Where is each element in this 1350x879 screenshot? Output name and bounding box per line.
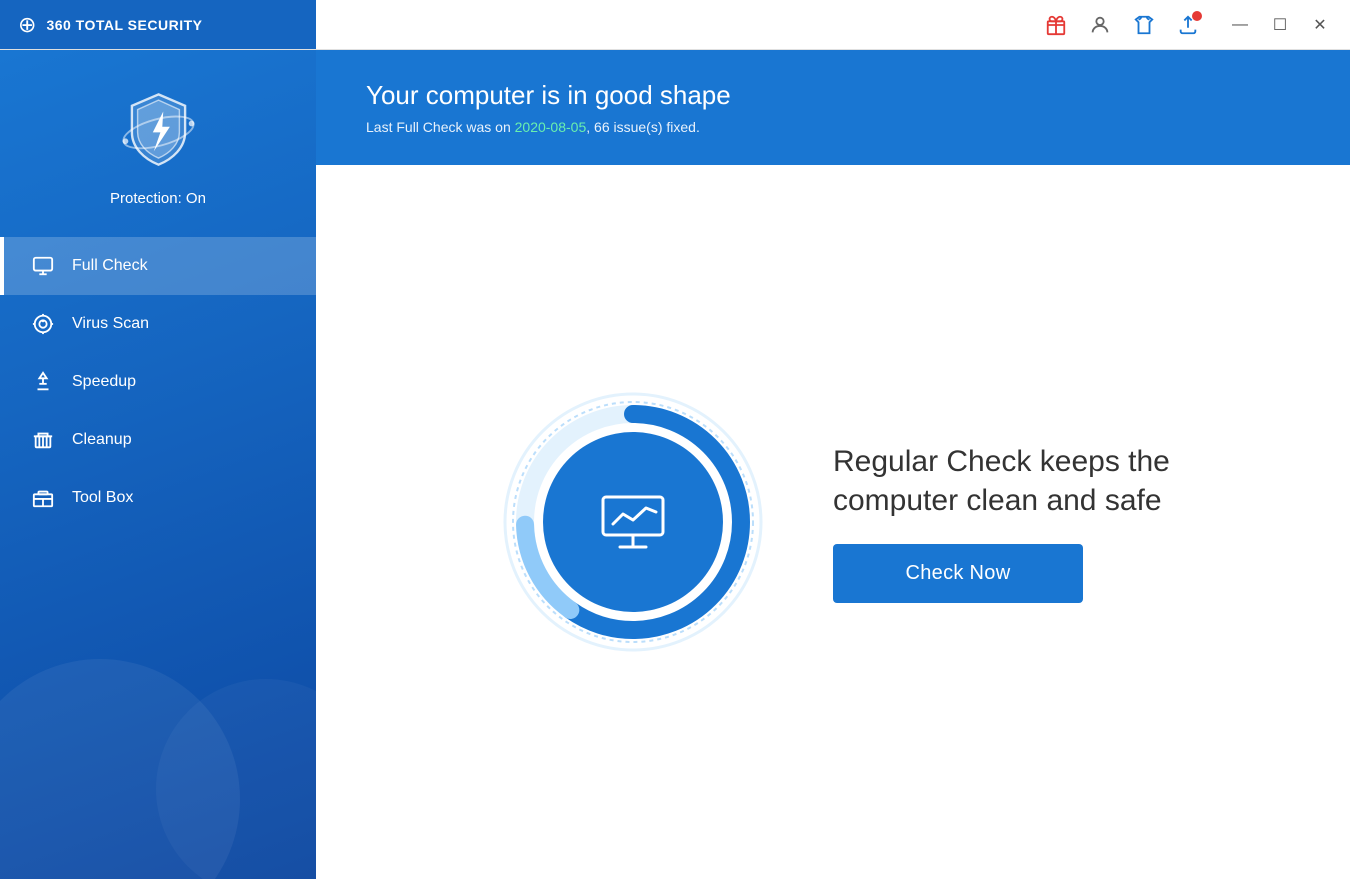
window-controls: — ☐ ✕ <box>1222 7 1338 43</box>
titlebar-brand: ⊕ 360 TOTAL SECURITY <box>0 0 316 49</box>
close-button[interactable]: ✕ <box>1302 7 1338 43</box>
shield-container: Protection: On <box>108 80 208 207</box>
sidebar-item-virus-scan[interactable]: Virus Scan <box>0 295 316 353</box>
action-section: Regular Check keeps the computer clean a… <box>833 442 1173 603</box>
action-title: Regular Check keeps the computer clean a… <box>833 442 1173 520</box>
status-banner: Your computer is in good shape Last Full… <box>316 50 1350 165</box>
sidebar-item-label: Speedup <box>72 373 136 391</box>
toolbox-icon <box>30 485 56 511</box>
logo-icon: ⊕ <box>18 12 36 38</box>
status-post-text: , 66 issue(s) fixed. <box>586 119 700 135</box>
sidebar-item-cleanup[interactable]: Cleanup <box>0 411 316 469</box>
sidebar: Protection: On Full Check <box>0 50 316 879</box>
speedup-icon <box>30 369 56 395</box>
status-subtitle: Last Full Check was on 2020-08-05, 66 is… <box>366 119 1300 135</box>
full-check-icon <box>30 253 56 279</box>
sidebar-item-label: Tool Box <box>72 489 133 507</box>
sidebar-item-label: Cleanup <box>72 431 132 449</box>
chart-center <box>543 432 723 612</box>
sidebar-item-speedup[interactable]: Speedup <box>0 353 316 411</box>
maximize-button[interactable]: ☐ <box>1262 7 1298 43</box>
main-layout: Protection: On Full Check <box>0 50 1350 879</box>
status-title: Your computer is in good shape <box>366 80 1300 111</box>
sidebar-item-full-check[interactable]: Full Check <box>0 237 316 295</box>
main-content: Regular Check keeps the computer clean a… <box>316 165 1350 879</box>
update-badge <box>1192 11 1202 21</box>
check-now-button[interactable]: Check Now <box>833 544 1083 603</box>
content-area: Your computer is in good shape Last Full… <box>316 50 1350 879</box>
sidebar-item-label: Full Check <box>72 257 148 275</box>
account-button[interactable] <box>1082 7 1118 43</box>
update-button[interactable] <box>1170 7 1206 43</box>
cleanup-icon <box>30 427 56 453</box>
sidebar-item-label: Virus Scan <box>72 315 149 333</box>
status-date: 2020-08-05 <box>515 119 587 135</box>
shield-icon <box>108 80 208 180</box>
skin-button[interactable] <box>1126 7 1162 43</box>
gift-button[interactable] <box>1038 7 1074 43</box>
titlebar: ⊕ 360 TOTAL SECURITY <box>0 0 1350 50</box>
app-title: 360 TOTAL SECURITY <box>46 17 202 33</box>
minimize-button[interactable]: — <box>1222 7 1258 43</box>
protection-status: Protection: On <box>110 190 206 207</box>
status-pre-text: Last Full Check was on <box>366 119 515 135</box>
sidebar-item-tool-box[interactable]: Tool Box <box>0 469 316 527</box>
titlebar-actions: — ☐ ✕ <box>1038 7 1338 43</box>
monitor-icon <box>598 492 668 552</box>
virus-scan-icon <box>30 311 56 337</box>
health-chart <box>493 382 773 662</box>
